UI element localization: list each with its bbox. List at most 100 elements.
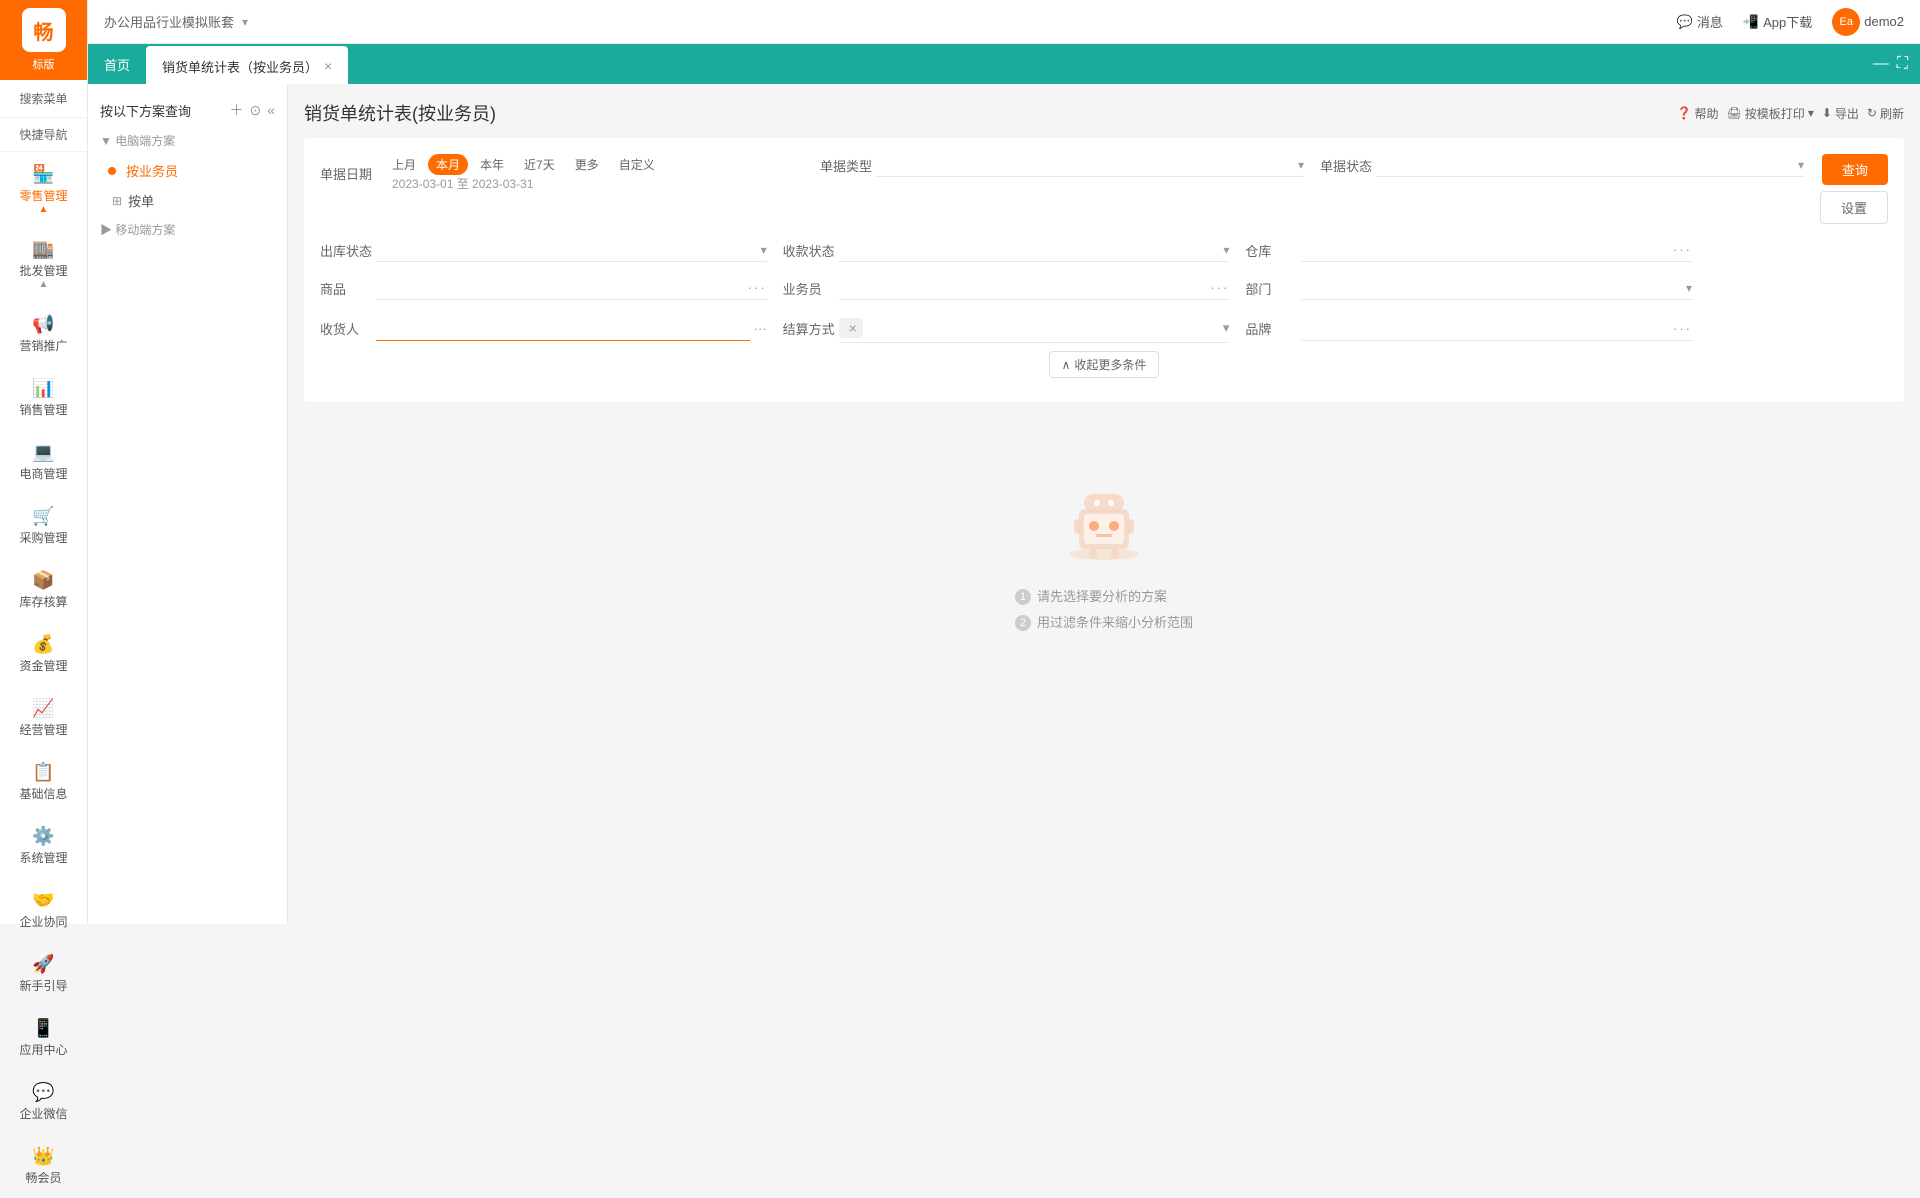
sidebar-item-system[interactable]: ⚙️ 系统管理 xyxy=(0,814,87,878)
export-label: 导出 xyxy=(1835,105,1859,122)
wholesale-icon: 🏬 xyxy=(32,239,54,260)
date-btn-this-year[interactable]: 本年 xyxy=(472,154,512,175)
active-dot xyxy=(108,167,116,175)
salesman-label: 业务员 xyxy=(783,279,839,298)
goods-select[interactable]: ··· xyxy=(376,276,767,300)
sidebar-quick-nav[interactable]: 快捷导航 xyxy=(0,118,87,152)
date-btn-last-month[interactable]: 上月 xyxy=(384,154,424,175)
warehouse-dots[interactable]: ··· xyxy=(1673,242,1692,257)
wechat-icon: 💬 xyxy=(32,1082,54,1103)
sidebar-item-sales[interactable]: 📊 销售管理 xyxy=(0,366,87,430)
sidebar-item-finance[interactable]: 💰 资金管理 xyxy=(0,622,87,686)
appstore-icon: 📱 xyxy=(32,1018,54,1039)
dept-caret: ▾ xyxy=(1686,281,1692,295)
download-icon: 📲 xyxy=(1743,14,1759,30)
goods-dots[interactable]: ··· xyxy=(748,280,767,295)
sidebar-item-marketing[interactable]: 📢 营销推广 xyxy=(0,302,87,366)
export-btn[interactable]: ⬇ 导出 xyxy=(1822,105,1859,122)
sidebar-item-wholesale[interactable]: 🏬 批发管理 ▲ xyxy=(0,227,87,302)
panel-header-label: 按以下方案查询 xyxy=(100,101,191,120)
sidebar-item-operation[interactable]: 📈 经营管理 xyxy=(0,686,87,750)
empty-steps: 1 请先选择要分析的方案 2 用过滤条件来缩小分析范围 xyxy=(1015,584,1193,636)
member-icon: 👑 xyxy=(32,1146,54,1167)
refresh-btn[interactable]: ↻ 刷新 xyxy=(1867,105,1904,122)
topbar-download[interactable]: 📲 App下载 xyxy=(1743,12,1812,31)
collapse-label: 收起更多条件 xyxy=(1074,356,1146,373)
step1-text: 请先选择要分析的方案 xyxy=(1037,584,1167,610)
tab-home[interactable]: 首页 xyxy=(88,44,146,84)
payment-tag: × xyxy=(839,318,863,338)
receipt-status-select[interactable]: ▾ xyxy=(839,239,1230,262)
tab-maximize-icon[interactable]: ⛶ xyxy=(1897,55,1908,73)
topbar-user[interactable]: Ea demo2 xyxy=(1832,8,1904,36)
purchase-icon: 🛒 xyxy=(32,506,54,527)
date-btn-this-month[interactable]: 本月 xyxy=(428,154,468,175)
doc-status-select[interactable]: ▾ xyxy=(1376,154,1804,177)
tree-item-by-salesman[interactable]: 按业务员 xyxy=(88,155,287,186)
print-icon: 🖨 xyxy=(1727,106,1742,120)
topbar-message[interactable]: 💬 消息 xyxy=(1677,12,1723,31)
username-label: demo2 xyxy=(1864,14,1904,29)
panel-settings-icon[interactable]: ⊙ xyxy=(249,102,261,119)
sidebar-item-inventory-label: 库存核算 xyxy=(19,593,67,610)
sidebar-item-retail[interactable]: 🏪 零售管理 ▲ xyxy=(0,152,87,227)
salesman-select[interactable]: ··· xyxy=(839,276,1230,300)
sidebar-item-appstore[interactable]: 📱 应用中心 xyxy=(0,1006,87,1070)
sidebar-item-wechat-label: 企业微信 xyxy=(19,1105,67,1122)
sidebar-item-wechat[interactable]: 💬 企业微信 xyxy=(0,1070,87,1134)
sidebar-item-newbie[interactable]: 🚀 新手引导 xyxy=(0,942,87,1006)
payment-tag-close[interactable]: × xyxy=(849,320,857,336)
date-btn-more[interactable]: 更多 xyxy=(567,154,607,175)
sidebar-item-finance-label: 资金管理 xyxy=(19,657,67,674)
sidebar-item-corp[interactable]: 🤝 企业协同 xyxy=(0,878,87,942)
sidebar-item-ecom[interactable]: 💻 电商管理 xyxy=(0,430,87,494)
tab-close-icon[interactable]: × xyxy=(324,58,332,74)
date-btn-7days[interactable]: 近7天 xyxy=(516,154,563,175)
receipt-status-label: 收款状态 xyxy=(783,241,839,260)
consignee-input[interactable] xyxy=(376,317,750,341)
sidebar-item-member-label: 畅会员 xyxy=(25,1169,61,1186)
filter-area: 单据日期 上月 本月 本年 近7天 更多 自定义 2023-03-01 至 20… xyxy=(304,138,1904,402)
warehouse-select[interactable]: ··· xyxy=(1301,238,1692,262)
query-btn-area: 查询 设置 xyxy=(1820,154,1888,224)
panel-add-icon[interactable]: ＋ xyxy=(229,100,243,120)
dept-select[interactable]: ▾ xyxy=(1301,277,1692,300)
query-button[interactable]: 查询 xyxy=(1822,154,1888,185)
right-panel: 销货单统计表(按业务员) ❓ 帮助 🖨 按模板打印 ▾ ⬇ 导出 xyxy=(288,84,1920,924)
sidebar-search-menu[interactable]: 搜索菜单 xyxy=(0,80,87,118)
refresh-icon: ↻ xyxy=(1867,106,1877,120)
step2-text: 用过滤条件来缩小分析范围 xyxy=(1037,610,1193,636)
consignee-dots[interactable]: ··· xyxy=(754,321,767,336)
tab-sales-stat-label: 销货单统计表（按业务员） xyxy=(162,57,318,76)
salesman-dots[interactable]: ··· xyxy=(1210,280,1229,295)
collapse-button[interactable]: ∧ 收起更多条件 xyxy=(1049,351,1160,378)
tab-sales-stat[interactable]: 销货单统计表（按业务员） × xyxy=(146,46,348,86)
settings-button[interactable]: 设置 xyxy=(1820,191,1888,224)
message-label: 消息 xyxy=(1697,12,1723,31)
template-print-btn[interactable]: 🖨 按模板打印 ▾ xyxy=(1727,105,1814,122)
date-btn-custom[interactable]: 自定义 xyxy=(611,154,663,175)
topbar-right: 💬 消息 📲 App下载 Ea demo2 xyxy=(1677,8,1904,36)
brand-select[interactable]: ··· xyxy=(1301,317,1692,341)
sales-icon: 📊 xyxy=(32,378,54,399)
sidebar-item-sales-label: 销售管理 xyxy=(19,401,67,418)
sidebar-item-basic[interactable]: 📋 基础信息 xyxy=(0,750,87,814)
sidebar-item-member[interactable]: 👑 畅会员 xyxy=(0,1134,87,1198)
doc-status-caret: ▾ xyxy=(1798,158,1804,172)
topbar-dropdown-icon[interactable]: ▾ xyxy=(242,15,248,29)
doc-type-caret: ▾ xyxy=(1298,158,1304,172)
doc-type-select[interactable]: ▾ xyxy=(876,154,1304,177)
brand-dots[interactable]: ··· xyxy=(1673,321,1692,336)
panel-header: 按以下方案查询 ＋ ⊙ « xyxy=(88,94,287,126)
out-status-select[interactable]: ▾ xyxy=(376,239,767,262)
sidebar-item-wholesale-label: 批发管理 xyxy=(19,262,67,279)
tab-minimize-icon[interactable]: — xyxy=(1873,55,1889,73)
tree-item-by-order[interactable]: ⊞ 按单 xyxy=(88,186,287,215)
sidebar-item-purchase[interactable]: 🛒 采购管理 xyxy=(0,494,87,558)
sidebar-item-inventory[interactable]: 📦 库存核算 xyxy=(0,558,87,622)
help-btn[interactable]: ❓ 帮助 xyxy=(1677,105,1719,122)
panel-collapse-icon[interactable]: « xyxy=(267,102,275,118)
help-label: 帮助 xyxy=(1695,105,1719,122)
sidebar-item-operation-label: 经营管理 xyxy=(19,721,67,738)
export-icon: ⬇ xyxy=(1822,106,1832,120)
